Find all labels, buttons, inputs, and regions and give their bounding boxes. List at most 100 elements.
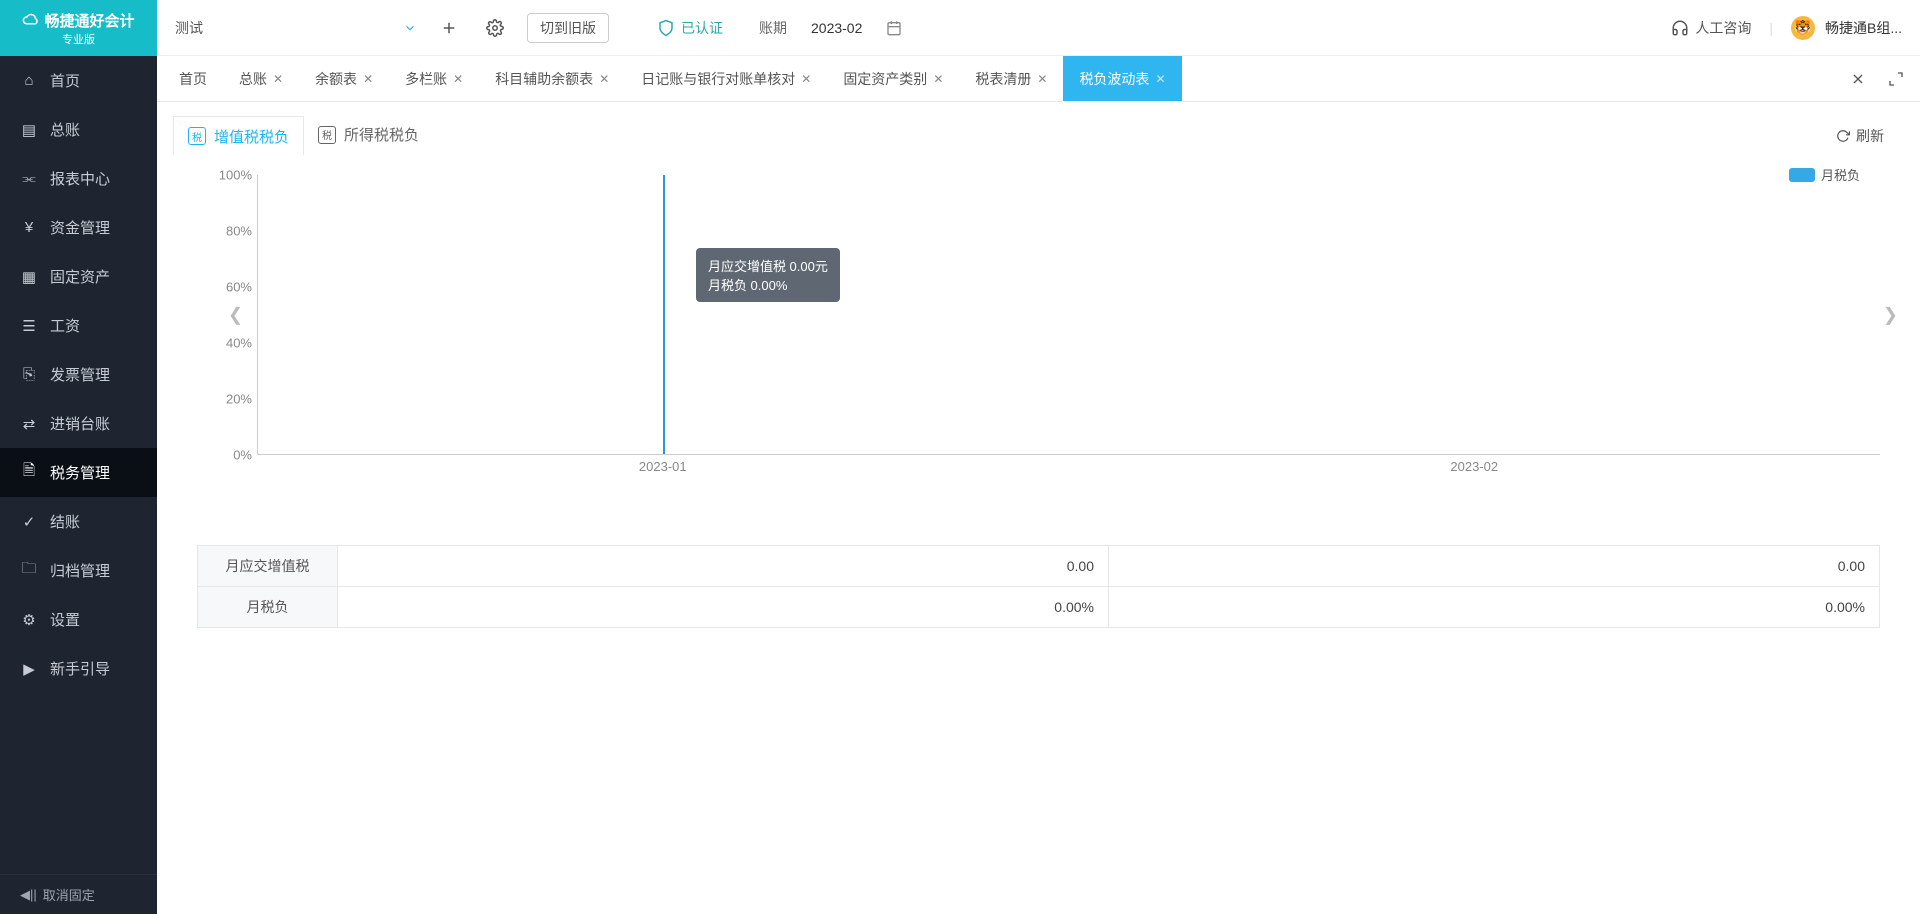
close-tab-button[interactable] (1844, 65, 1872, 93)
consult-button[interactable]: 人工咨询 (1671, 18, 1751, 38)
table-cell: 0.00% (1109, 587, 1880, 628)
tab-5[interactable]: 日记账与银行对账单核对 ✕ (625, 56, 827, 101)
tab-7[interactable]: 税表清册 ✕ (959, 56, 1063, 101)
main-area: 测试 切到旧版 已认证 账期 2023-02 (157, 0, 1920, 914)
tab-3[interactable]: 多栏账✕ (389, 56, 479, 101)
fullscreen-icon[interactable] (1882, 65, 1910, 93)
sidebar-item-12[interactable]: ▶新手引导 (0, 644, 157, 693)
nav-icon: ⫘ (20, 170, 38, 188)
tab-close-icon[interactable]: ✕ (1155, 72, 1165, 86)
nav-icon: ⌂ (20, 72, 38, 90)
sidebar-nav: ⌂ 首页 ▤总账 ⫘ 报表中心 ¥资金管理 ▦ 固定资产 ☰工资⎘发票管理 ⇄ 进销台账 🗎税务管理✓… (0, 56, 157, 874)
sidebar-item-11[interactable]: ⚙ 设置 (0, 595, 157, 644)
verified-badge: 已认证 (657, 18, 723, 38)
tab-label: 税表清册 (975, 69, 1031, 89)
tab-label: 税负波动表 (1079, 69, 1149, 89)
sidebar-item-label: 设置 (50, 609, 80, 630)
tab-2[interactable]: 余额表✕ (299, 56, 389, 101)
chart-tooltip: 月应交增值税 0.00元 月税负 0.00% (696, 248, 840, 302)
tab-close-icon[interactable]: ✕ (933, 72, 943, 86)
user-menu[interactable]: 🐯 畅捷通B组... (1791, 16, 1902, 40)
table-row: 月应交增值税0.000.00 (198, 546, 1880, 587)
brand-edition: 专业版 (62, 31, 95, 47)
sidebar-item-label: 发票管理 (50, 364, 110, 385)
period-value: 2023-02 (811, 20, 862, 36)
sidebar-item-1[interactable]: ▤总账 (0, 105, 157, 154)
add-button[interactable] (435, 14, 463, 42)
sidebar-item-label: 首页 (50, 70, 80, 91)
calendar-icon[interactable] (880, 14, 908, 42)
tab-8[interactable]: 税负波动表 ✕ (1063, 56, 1181, 101)
sidebar-item-7[interactable]: ⇄ 进销台账 (0, 399, 157, 448)
tab-label: 科目辅助余额表 (495, 69, 593, 89)
refresh-button[interactable]: 刷新 (1836, 126, 1904, 146)
sub-tab-bar: 税增值税税负税所得税税负 刷新 (157, 102, 1920, 155)
tab-close-icon[interactable]: ✕ (801, 72, 811, 86)
pin-icon: ◀|| (20, 887, 37, 903)
y-tick: 20% (197, 392, 252, 407)
sidebar-item-label: 新手引导 (50, 658, 110, 679)
nav-icon: ⇄ (20, 415, 38, 433)
chart-next-button[interactable]: ❯ (1883, 304, 1898, 325)
chart-prev-button[interactable]: ❮ (228, 304, 243, 325)
tab-4[interactable]: 科目辅助余额表 ✕ (479, 56, 625, 101)
sidebar-item-0[interactable]: ⌂ 首页 (0, 56, 157, 105)
verified-label: 已认证 (681, 18, 723, 38)
brand-name: 畅捷通好会计 (44, 10, 134, 31)
settings-icon[interactable] (481, 14, 509, 42)
tab-label: 总账 (239, 69, 267, 89)
sidebar-item-label: 结账 (50, 511, 80, 532)
tab-close-icon[interactable]: ✕ (363, 72, 373, 86)
sidebar-item-label: 资金管理 (50, 217, 110, 238)
sub-tab-icon: 税 (188, 127, 206, 145)
sidebar-item-label: 报表中心 (50, 168, 110, 189)
avatar-icon: 🐯 (1791, 16, 1815, 40)
tooltip-line1: 月应交增值税 0.00元 (708, 256, 828, 275)
tab-label: 固定资产类别 (843, 69, 927, 89)
nav-icon: ▦ (20, 268, 38, 286)
tab-close-icon[interactable]: ✕ (599, 72, 609, 86)
tab-6[interactable]: 固定资产类别 ✕ (827, 56, 959, 101)
x-tick: 2023-01 (639, 459, 687, 474)
sidebar-item-label: 归档管理 (50, 560, 110, 581)
tab-close-icon[interactable]: ✕ (453, 72, 463, 86)
sidebar-item-8[interactable]: 🗎税务管理 (0, 448, 157, 497)
tab-0[interactable]: 首页 (163, 56, 223, 101)
sub-tab-0[interactable]: 税增值税税负 (173, 116, 304, 155)
chart-bar (663, 175, 665, 454)
sidebar-item-2[interactable]: ⫘ 报表中心 (0, 154, 157, 203)
tab-close-icon[interactable]: ✕ (1037, 72, 1047, 86)
tab-1[interactable]: 总账 ✕ (223, 56, 299, 101)
table-cell: 0.00 (338, 546, 1109, 587)
sidebar-item-3[interactable]: ¥资金管理 (0, 203, 157, 252)
pin-toggle[interactable]: ◀|| 取消固定 (0, 874, 157, 914)
brand-logo: 畅捷通好会计 专业版 (0, 0, 157, 56)
chart-container: 月税负 0%20%40%60%80%100% ❮ ❯ 月应交增值税 0.00元 … (157, 155, 1920, 485)
sidebar-item-9[interactable]: ✓结账 (0, 497, 157, 546)
tab-label: 日记账与银行对账单核对 (641, 69, 795, 89)
nav-icon: 🗎 (20, 464, 38, 482)
x-tick: 2023-02 (1450, 459, 1498, 474)
sidebar-item-10[interactable]: 🗀 归档管理 (0, 546, 157, 595)
nav-icon: ▤ (20, 121, 38, 139)
table-cell: 0.00 (1109, 546, 1880, 587)
tab-label: 首页 (179, 69, 207, 89)
company-select[interactable]: 测试 (175, 18, 417, 38)
sidebar-item-5[interactable]: ☰工资 (0, 301, 157, 350)
sidebar-item-label: 固定资产 (50, 266, 110, 287)
sidebar-item-4[interactable]: ▦ 固定资产 (0, 252, 157, 301)
company-name: 测试 (175, 18, 203, 38)
sub-tab-1[interactable]: 税所得税税负 (304, 116, 433, 155)
switch-old-version-button[interactable]: 切到旧版 (527, 13, 609, 43)
pin-label: 取消固定 (43, 885, 95, 904)
sidebar-item-6[interactable]: ⎘发票管理 (0, 350, 157, 399)
sidebar-item-label: 进销台账 (50, 413, 110, 434)
tab-close-icon[interactable]: ✕ (273, 72, 283, 86)
period-label: 账期 (759, 18, 787, 38)
cloud-icon (22, 11, 40, 29)
tab-bar: 首页总账✕余额表✕多栏账✕科目辅助余额表✕日记账与银行对账单核对✕固定资产类别✕… (157, 56, 1920, 102)
headphone-icon (1671, 19, 1689, 37)
nav-icon: ⚙ (20, 611, 38, 629)
topbar: 测试 切到旧版 已认证 账期 2023-02 (157, 0, 1920, 56)
nav-icon: 🗀 (20, 562, 38, 580)
